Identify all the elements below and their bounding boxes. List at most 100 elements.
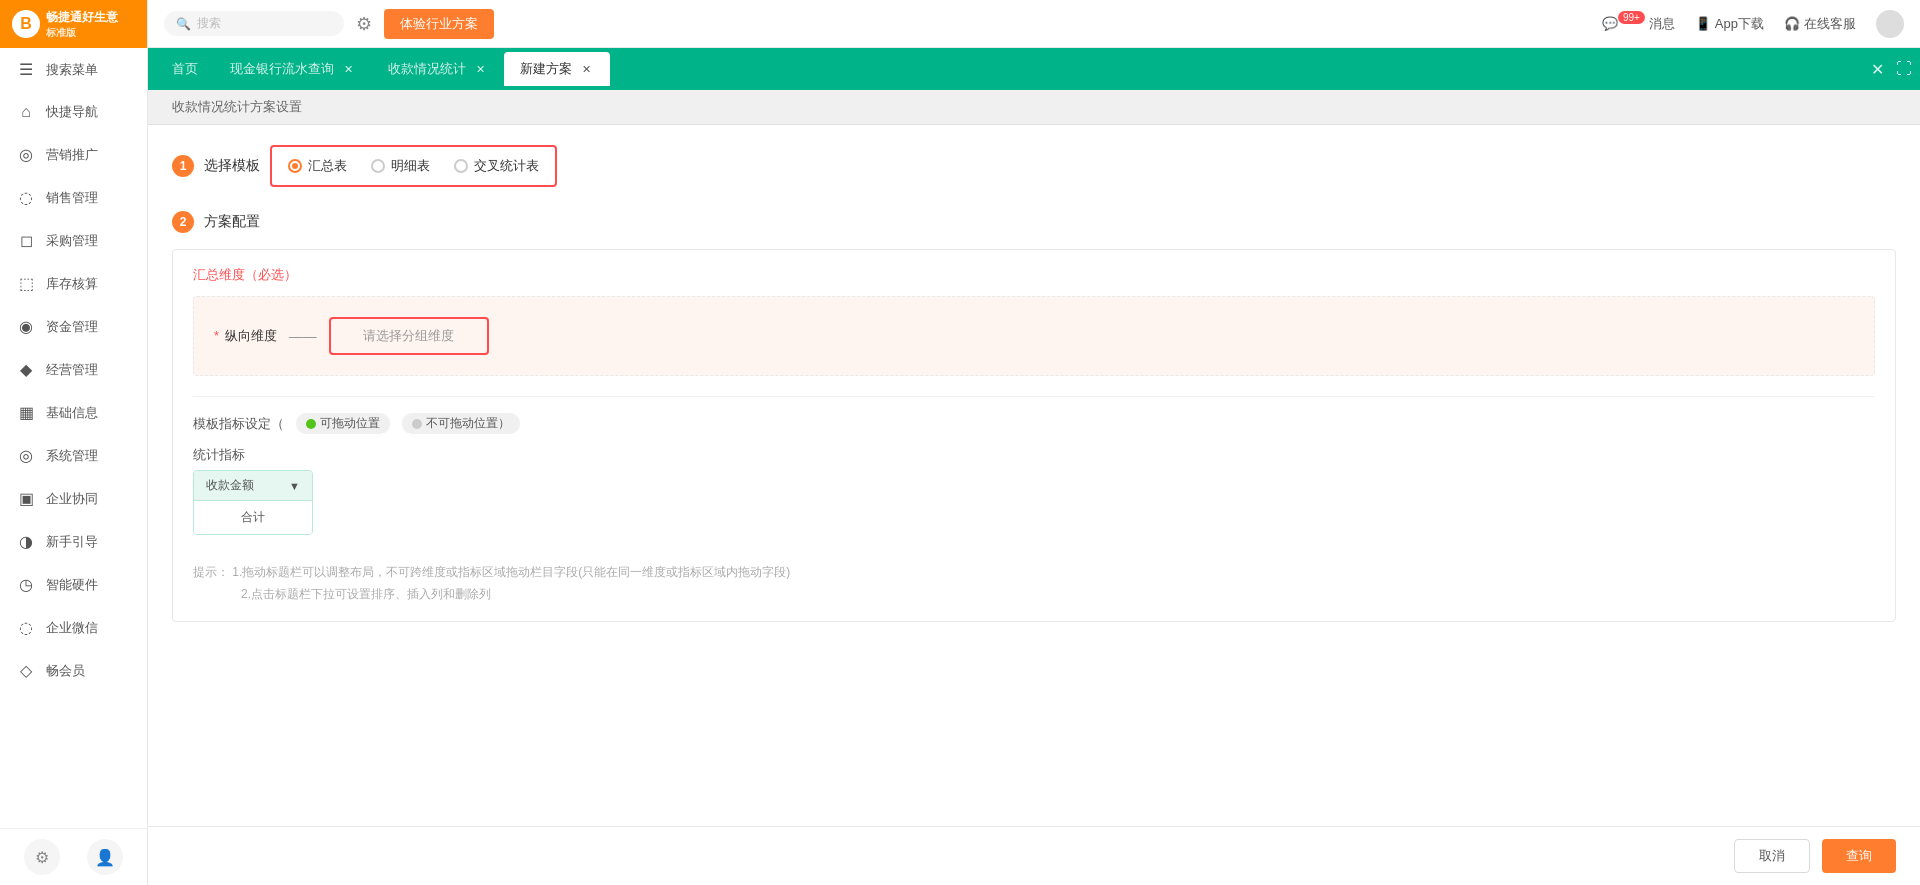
step1-title: 选择模板 [204,157,260,175]
step2-title: 方案配置 [204,213,260,231]
divider1 [193,396,1875,397]
stats-title-label: 统计指标 [193,446,1875,464]
drag-dot-gray [412,419,422,429]
sidebar-item-finance[interactable]: ◉ 资金管理 [0,305,147,348]
notification-icon: 💬 [1602,16,1618,31]
step2-section: 2 方案配置 汇总维度（必选） * 纵向维度 —— [172,211,1896,622]
page-body: 1 选择模板 汇总表 明细表 交叉统计表 [148,125,1920,830]
page-header: 收款情况统计方案设置 [148,90,1920,125]
tab-new-plan-close[interactable]: ✕ [578,61,594,77]
sidebar-item-inventory[interactable]: ⬚ 库存核算 [0,262,147,305]
template-options: 汇总表 明细表 交叉统计表 [270,145,557,187]
notification-item[interactable]: 💬 99+ 消息 [1602,15,1675,33]
step1-header: 1 选择模板 汇总表 明细表 交叉统计表 [172,145,1896,187]
finance-icon: ◉ [16,317,36,336]
sidebar-bottom-btn2[interactable]: 👤 [87,839,123,875]
app-download-item[interactable]: 📱 App下载 [1695,15,1764,33]
tabbar: 首页 现金银行流水查询 ✕ 收款情况统计 ✕ 新建方案 ✕ ✕ ⛶ [148,48,1920,90]
tabbar-actions: ✕ ⛶ [1871,60,1912,79]
tab-bank-flow[interactable]: 现金银行流水查询 ✕ [214,52,372,86]
tab-collection-stats[interactable]: 收款情况统计 ✕ [372,52,504,86]
dim-area: * 纵向维度 —— 请选择分组维度 [193,296,1875,376]
no-drag-badge: 不可拖动位置） [402,413,520,434]
inventory-icon: ⬚ [16,274,36,293]
sidebar-item-sales[interactable]: ◌ 销售管理 [0,176,147,219]
sidebar-item-member[interactable]: ◇ 畅会员 [0,649,147,692]
detail-radio[interactable] [371,159,385,173]
step2-header: 2 方案配置 [172,211,1896,233]
dim-required-label: * 纵向维度 [214,327,277,345]
tab-collection-stats-close[interactable]: ✕ [472,61,488,77]
stats-dropdown-icon[interactable]: ▼ [289,480,300,492]
sidebar-item-guide[interactable]: ◑ 新手引导 [0,520,147,563]
tab-home[interactable]: 首页 [156,52,214,86]
sidebar: B 畅捷通好生意 标准版 ☰ 搜索菜单 ⌂ 快捷导航 ◎ 营销推广 ◌ 销售管理… [0,0,148,885]
stats-box: 收款金额 ▼ 合计 [193,470,313,535]
sidebar-item-system[interactable]: ◎ 系统管理 [0,434,147,477]
sidebar-item-purchase[interactable]: ◻ 采购管理 [0,219,147,262]
sidebar-item-operations[interactable]: ◆ 经营管理 [0,348,147,391]
drag-dot-green [306,419,316,429]
guide-icon: ◑ [16,532,36,551]
topbar-right: 💬 99+ 消息 📱 App下载 🎧 在线客服 [1602,10,1904,38]
sidebar-bottom: ⚙ 👤 [0,828,147,885]
search-box[interactable]: 🔍 搜索 [164,11,344,36]
logo-icon: B [12,10,40,38]
sidebar-item-search-menu[interactable]: ☰ 搜索菜单 [0,48,147,91]
operations-icon: ◆ [16,360,36,379]
tab-close-all-icon[interactable]: ✕ [1871,60,1884,79]
online-service-item[interactable]: 🎧 在线客服 [1784,15,1856,33]
summary-radio[interactable] [288,159,302,173]
search-menu-icon: ☰ [16,60,36,79]
cross-radio[interactable] [454,159,468,173]
member-icon: ◇ [16,661,36,680]
sidebar-bottom-btn1[interactable]: ⚙ [24,839,60,875]
dim-row-vertical: * 纵向维度 —— 请选择分组维度 [214,317,1854,355]
step1-section: 1 选择模板 汇总表 明细表 交叉统计表 [172,145,1896,187]
sidebar-item-wechat[interactable]: ◌ 企业微信 [0,606,147,649]
template-detail-option[interactable]: 明细表 [371,157,430,175]
basic-info-icon: ▦ [16,403,36,422]
cancel-button[interactable]: 取消 [1734,839,1810,873]
dim-arrow-icon: —— [289,328,317,344]
tips-area: 提示： 1.拖动标题栏可以调整布局，不可跨维度或指标区域拖动栏目字段(只能在同一… [193,562,1875,605]
indicator-label-row: 模板指标设定（ 可拖动位置 不可拖动位置） [193,413,1875,434]
tab-new-plan[interactable]: 新建方案 ✕ [504,52,610,86]
smart-hw-icon: ◷ [16,575,36,594]
step2-num: 2 [172,211,194,233]
draggable-badge: 可拖动位置 [296,413,390,434]
dim-section-label: 汇总维度（必选） [193,266,1875,284]
settings-icon[interactable]: ⚙ [356,13,372,35]
dim-select-box[interactable]: 请选择分组维度 [329,317,489,355]
sidebar-logo: B 畅捷通好生意 标准版 [0,0,147,48]
sidebar-item-corp-coop[interactable]: ▣ 企业协同 [0,477,147,520]
template-summary-option[interactable]: 汇总表 [288,157,347,175]
template-cross-option[interactable]: 交叉统计表 [454,157,539,175]
quick-nav-icon: ⌂ [16,103,36,121]
user-avatar[interactable] [1876,10,1904,38]
tip-line2: 2.点击标题栏下拉可设置排序、插入列和删除列 [193,584,1875,606]
sidebar-item-marketing[interactable]: ◎ 营销推广 [0,133,147,176]
config-area: 汇总维度（必选） * 纵向维度 —— 请选择分组维度 [172,249,1896,622]
search-icon: 🔍 [176,17,191,31]
content-area: 收款情况统计方案设置 1 选择模板 汇总表 明细表 [148,90,1920,885]
bottom-bar: 取消 查询 [148,826,1920,885]
tip-line1: 提示： 1.拖动标题栏可以调整布局，不可跨维度或指标区域拖动栏目字段(只能在同一… [193,562,1875,584]
stats-box-body: 合计 [194,501,312,534]
indicator-section: 模板指标设定（ 可拖动位置 不可拖动位置） 统计指标 [193,413,1875,538]
sales-icon: ◌ [16,188,36,207]
sidebar-item-quick-nav[interactable]: ⌂ 快捷导航 [0,91,147,133]
sidebar-item-smart-hw[interactable]: ◷ 智能硬件 [0,563,147,606]
service-icon: 🎧 [1784,16,1800,31]
system-icon: ◎ [16,446,36,465]
corp-coop-icon: ▣ [16,489,36,508]
tab-expand-icon[interactable]: ⛶ [1896,60,1912,78]
sidebar-item-basic-info[interactable]: ▦ 基础信息 [0,391,147,434]
tab-bank-flow-close[interactable]: ✕ [340,61,356,77]
stats-box-header: 收款金额 ▼ [194,471,312,501]
download-icon: 📱 [1695,16,1711,31]
query-button[interactable]: 查询 [1822,839,1896,873]
wechat-icon: ◌ [16,618,36,637]
main-area: 🔍 搜索 ⚙ 体验行业方案 💬 99+ 消息 📱 App下载 🎧 在线客服 首页 [148,0,1920,885]
try-industry-button[interactable]: 体验行业方案 [384,9,494,39]
